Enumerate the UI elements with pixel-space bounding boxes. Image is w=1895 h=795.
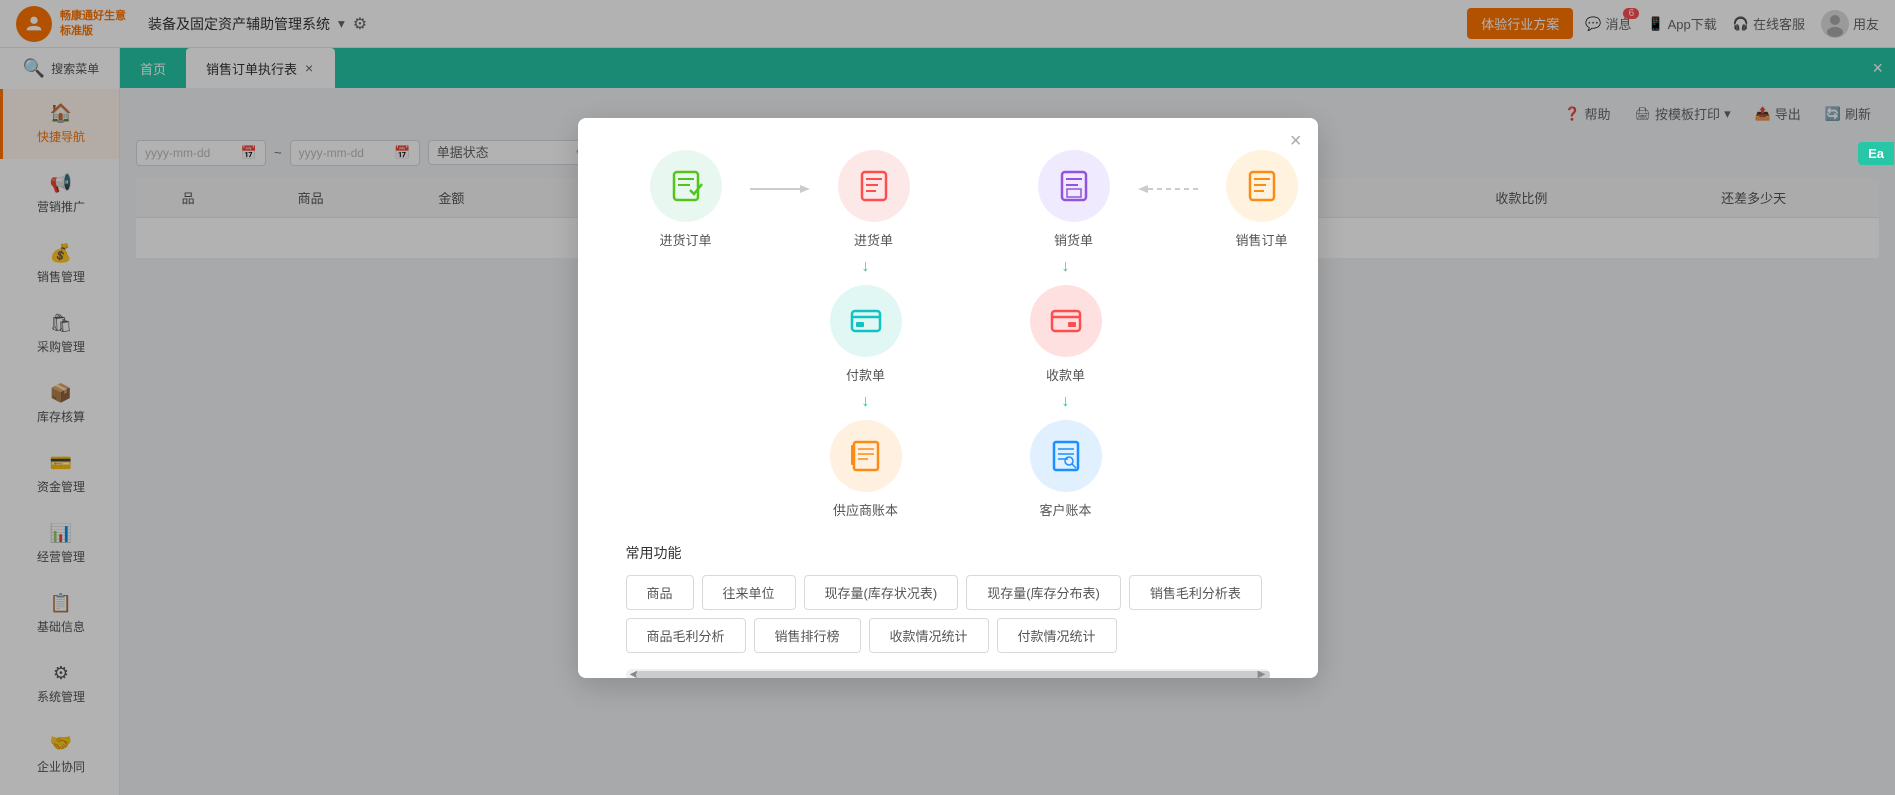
common-functions-section: 常用功能 商品往来单位现存量(库存状况表)现存量(库存分布表)销售毛利分析表商品… <box>626 543 1270 653</box>
arrow-pb-down: ↓ <box>806 251 926 283</box>
modal-overlay[interactable]: × 进货订单 <box>0 0 1895 795</box>
func-btn-2[interactable]: 现存量(库存状况表) <box>804 575 959 610</box>
sales-order-label: 销售订单 <box>1235 230 1287 249</box>
scrollbar-thumb[interactable] <box>636 671 1270 678</box>
flow-row-1: 进货订单 进货单 <box>626 150 1318 249</box>
flow-item-purchase-order: 进货订单 <box>626 150 746 249</box>
func-btn-5[interactable]: 商品毛利分析 <box>626 618 746 653</box>
scroll-right-btn[interactable]: ▶ <box>1254 669 1270 678</box>
func-btn-6[interactable]: 销售排行榜 <box>754 618 861 653</box>
arrow-po-to-pb <box>750 181 810 217</box>
common-title: 常用功能 <box>626 543 1270 563</box>
flow-row-3: 供应商账本 客户账本 <box>626 420 1126 519</box>
ea-badge: Ea <box>1858 142 1894 165</box>
flow-modal: × 进货订单 <box>578 118 1318 678</box>
payment-label: 付款单 <box>846 365 885 384</box>
purchase-bill-label: 进货单 <box>854 230 893 249</box>
supplier-ledger-label: 供应商账本 <box>833 500 898 519</box>
arrow-payment-down: ↓ <box>806 386 926 418</box>
flow-diagram: 进货订单 进货单 <box>626 150 1270 519</box>
purchase-order-circle[interactable] <box>650 150 722 222</box>
customer-ledger-label: 客户账本 <box>1039 500 1091 519</box>
arrow-sb-down: ↓ <box>1006 251 1126 283</box>
purchase-bill-circle[interactable] <box>838 150 910 222</box>
sales-bill-label: 销货单 <box>1054 230 1093 249</box>
modal-scrollbar[interactable]: ◀ ▶ <box>626 669 1270 678</box>
func-btn-3[interactable]: 现存量(库存分布表) <box>966 575 1121 610</box>
receipt-circle[interactable] <box>1030 285 1102 357</box>
func-btn-7[interactable]: 收款情况统计 <box>869 618 989 653</box>
flow-item-payment: 付款单 <box>806 285 926 384</box>
func-btn-4[interactable]: 销售毛利分析表 <box>1129 575 1262 610</box>
purchase-order-label: 进货订单 <box>659 230 711 249</box>
sales-order-circle[interactable] <box>1226 150 1298 222</box>
flow-item-customer-ledger: 客户账本 <box>1006 420 1126 519</box>
customer-ledger-circle[interactable] <box>1030 420 1102 492</box>
modal-close-btn[interactable]: × <box>1290 130 1302 153</box>
func-btn-1[interactable]: 往来单位 <box>702 575 796 610</box>
func-btn-0[interactable]: 商品 <box>626 575 694 610</box>
flow-item-purchase-bill: 进货单 <box>814 150 934 249</box>
flow-arrows-down-row2: ↓ ↓ <box>626 386 1126 418</box>
flow-arrows-down-row: ↓ ↓ <box>626 251 1306 283</box>
arrow-so-to-sb <box>1138 181 1198 217</box>
flow-item-sales-order: 销售订单 <box>1202 150 1318 249</box>
func-btn-8[interactable]: 付款情况统计 <box>997 618 1117 653</box>
arrow-receipt-down: ↓ <box>1006 386 1126 418</box>
flow-row-2: 付款单 收款单 <box>626 285 1126 384</box>
supplier-ledger-circle[interactable] <box>830 420 902 492</box>
receipt-label: 收款单 <box>1046 365 1085 384</box>
func-grid: 商品往来单位现存量(库存状况表)现存量(库存分布表)销售毛利分析表商品毛利分析销… <box>626 575 1270 653</box>
payment-circle[interactable] <box>830 285 902 357</box>
flow-item-sales-bill: 销货单 <box>1014 150 1134 249</box>
sales-bill-circle[interactable] <box>1038 150 1110 222</box>
flow-item-receipt: 收款单 <box>1006 285 1126 384</box>
flow-item-supplier-ledger: 供应商账本 <box>806 420 926 519</box>
